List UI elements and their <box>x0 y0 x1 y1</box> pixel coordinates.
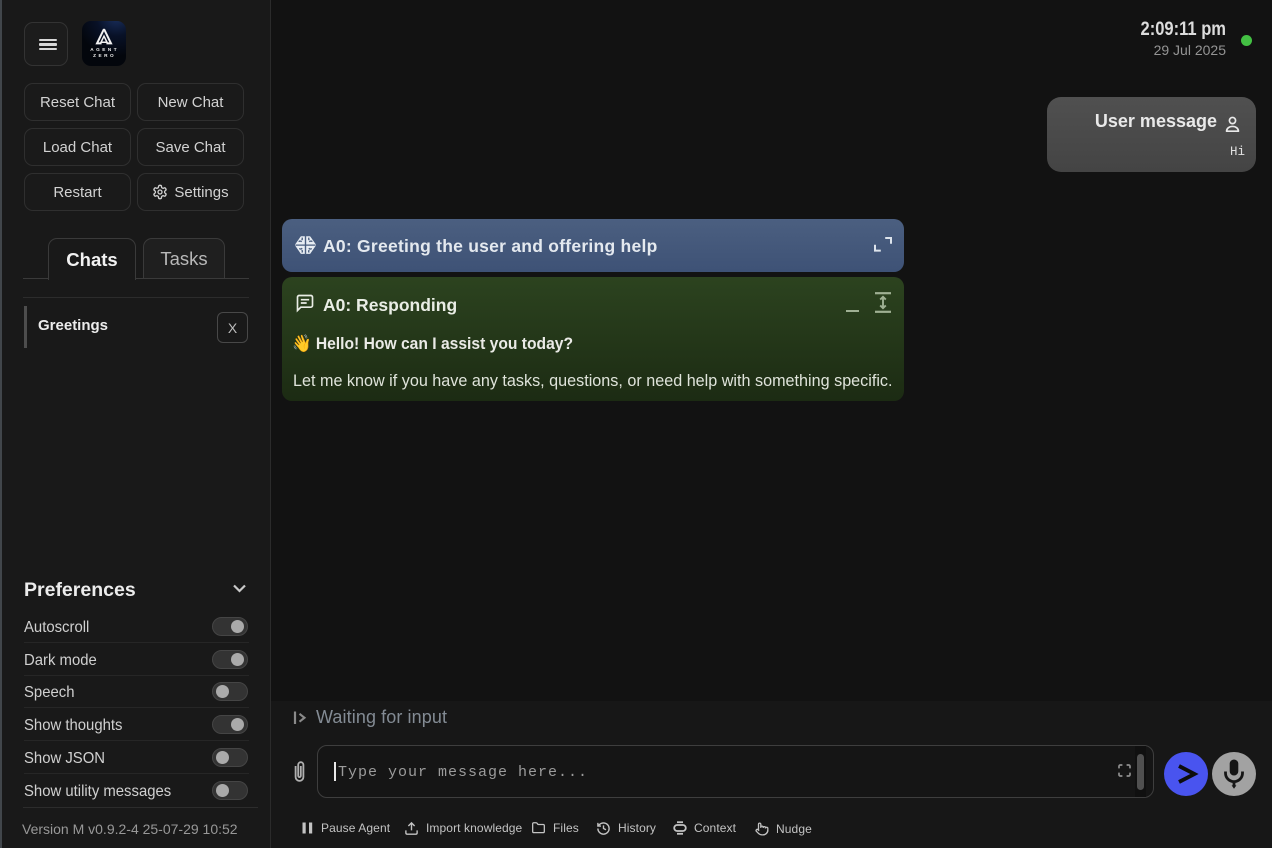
svg-text:AGENT: AGENT <box>90 47 119 52</box>
svg-text:ZERO: ZERO <box>93 53 116 58</box>
